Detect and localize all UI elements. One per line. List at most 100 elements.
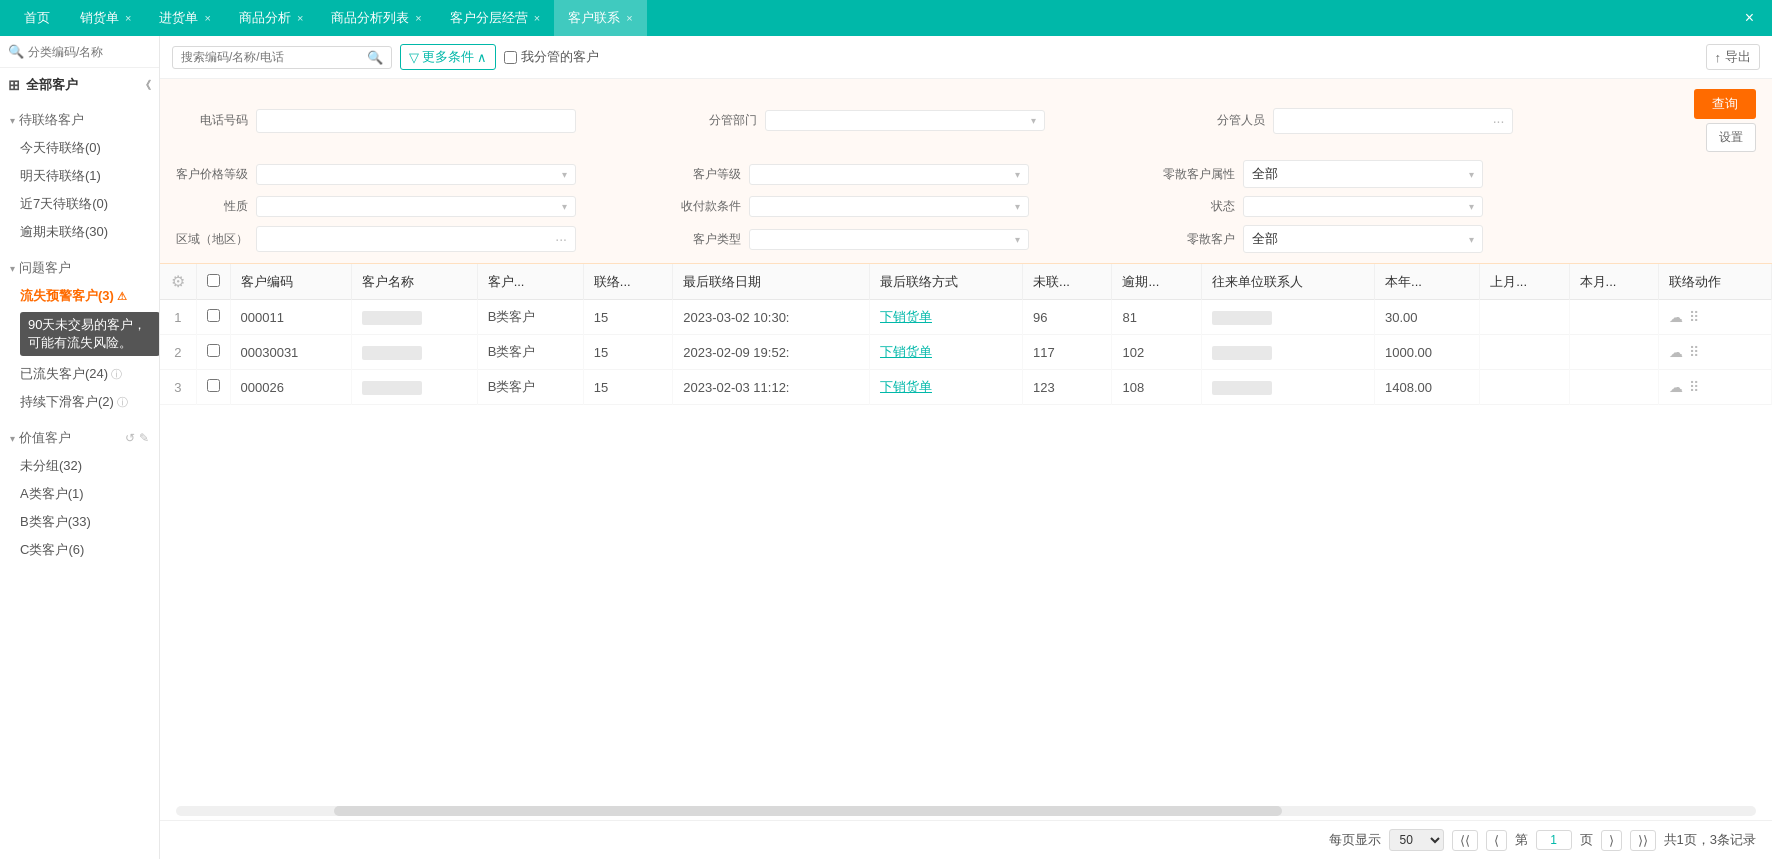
col-checkbox bbox=[196, 264, 230, 300]
all-customers-header[interactable]: ⊞ 全部客户 《 bbox=[0, 68, 159, 102]
col-contact: 联络... bbox=[583, 264, 672, 300]
zero-attr-select[interactable]: 全部 ▾ bbox=[1243, 160, 1483, 188]
row2-method-link[interactable]: 下销货单 bbox=[880, 344, 932, 359]
sidebar-item-today[interactable]: 今天待联络(0) bbox=[0, 134, 159, 162]
sidebar-item-declining[interactable]: 持续下滑客户(2) ⓘ bbox=[0, 388, 159, 416]
settings-button[interactable]: 设置 bbox=[1706, 123, 1756, 152]
dept-label: 分管部门 bbox=[685, 112, 765, 129]
nav-tab-customer-tier[interactable]: 客户分层经营 × bbox=[436, 0, 554, 36]
main-layout: 🔍 ⊞ 全部客户 《 ▾ 待联络客户 今天待联络(0) 明天待联络(1) 近7天… bbox=[0, 36, 1772, 859]
section-value-header[interactable]: ▾ 价值客户 ↺ ✎ bbox=[0, 424, 159, 452]
nav-tab-analysis[interactable]: 商品分析 × bbox=[225, 0, 317, 36]
table-row: 2 00030031 B类客户 15 2023-02-09 19:52: 下销货… bbox=[160, 335, 1772, 370]
row3-select[interactable] bbox=[207, 379, 220, 392]
row3-last-month bbox=[1480, 370, 1569, 405]
settings-gear-icon[interactable]: ⚙ bbox=[171, 273, 185, 290]
sidebar-item-churn-warning[interactable]: 流失预警客户(3) ⚠ bbox=[0, 282, 159, 310]
row1-more-icon[interactable]: ⠿ bbox=[1689, 309, 1699, 325]
filter-search-input[interactable] bbox=[181, 50, 363, 64]
section-pending-header[interactable]: ▾ 待联络客户 bbox=[0, 106, 159, 134]
sidebar-item-a-class[interactable]: A类客户(1) bbox=[0, 480, 159, 508]
nature-select[interactable]: ▾ bbox=[256, 196, 576, 217]
horizontal-scrollbar[interactable] bbox=[176, 806, 1756, 816]
sidebar-item-7days[interactable]: 近7天待联络(0) bbox=[0, 190, 159, 218]
field-nature: 性质 ▾ bbox=[176, 196, 649, 217]
row2-last-method[interactable]: 下销货单 bbox=[869, 335, 1022, 370]
filter-search-icon[interactable]: 🔍 bbox=[367, 50, 383, 65]
close-tab-sales[interactable]: × bbox=[125, 12, 131, 24]
nav-tab-sales[interactable]: 销货单 × bbox=[66, 0, 145, 36]
more-conditions-btn[interactable]: ▽ 更多条件 ∧ bbox=[400, 44, 496, 70]
row3-chat-icon[interactable]: ☁ bbox=[1669, 379, 1683, 395]
section-problem-header[interactable]: ▾ 问题客户 bbox=[0, 254, 159, 282]
nav-tab-purchase[interactable]: 进货单 × bbox=[145, 0, 224, 36]
row1-last-method[interactable]: 下销货单 bbox=[869, 300, 1022, 335]
page-number-input[interactable] bbox=[1536, 830, 1572, 850]
row2-num: 2 bbox=[160, 335, 196, 370]
staff-select[interactable]: ··· bbox=[1273, 108, 1513, 134]
close-tab-analysis-list[interactable]: × bbox=[415, 12, 421, 24]
per-page-select[interactable]: 50 100 200 bbox=[1389, 829, 1444, 851]
zero-customer-label: 零散客户 bbox=[1163, 231, 1243, 248]
next-page-btn[interactable]: ⟩ bbox=[1601, 830, 1622, 851]
row3-last-method[interactable]: 下销货单 bbox=[869, 370, 1022, 405]
sidebar-item-tomorrow[interactable]: 明天待联络(1) bbox=[0, 162, 159, 190]
nav-tab-customer-contact[interactable]: 客户联系 × bbox=[554, 0, 646, 36]
dept-select[interactable]: ▾ bbox=[765, 110, 1045, 131]
payment-select[interactable]: ▾ bbox=[749, 196, 1029, 217]
price-level-select[interactable]: ▾ bbox=[256, 164, 576, 185]
customer-level-select[interactable]: ▾ bbox=[749, 164, 1029, 185]
status-arrow: ▾ bbox=[1469, 201, 1474, 212]
close-tab-customer-tier[interactable]: × bbox=[534, 12, 540, 24]
zero-customer-select[interactable]: 全部 ▾ bbox=[1243, 225, 1483, 253]
customer-type-select[interactable]: ▾ bbox=[749, 229, 1029, 250]
row3-method-link[interactable]: 下销货单 bbox=[880, 379, 932, 394]
sidebar-item-overdue[interactable]: 逾期未联络(30) bbox=[0, 218, 159, 246]
refresh-icon[interactable]: ↺ bbox=[125, 431, 135, 445]
nav-tab-analysis-list[interactable]: 商品分析列表 × bbox=[317, 0, 435, 36]
arrow-icon: ▾ bbox=[10, 115, 15, 126]
row1-chat-icon[interactable]: ☁ bbox=[1669, 309, 1683, 325]
area-select[interactable]: ··· bbox=[256, 226, 576, 252]
row1-method-link[interactable]: 下销货单 bbox=[880, 309, 932, 324]
section-pending: ▾ 待联络客户 今天待联络(0) 明天待联络(1) 近7天待联络(0) 逾期未联… bbox=[0, 102, 159, 250]
row1-select[interactable] bbox=[207, 309, 220, 322]
close-all-icon[interactable]: × bbox=[1735, 9, 1764, 27]
last-page-btn[interactable]: ⟩⟩ bbox=[1630, 830, 1656, 851]
row2-more-icon[interactable]: ⠿ bbox=[1689, 344, 1699, 360]
sidebar-item-ungrouped[interactable]: 未分组(32) bbox=[0, 452, 159, 480]
nature-arrow: ▾ bbox=[562, 201, 567, 212]
select-all-checkbox[interactable] bbox=[207, 274, 220, 287]
col-contact-label: 联络... bbox=[594, 274, 631, 289]
first-page-btn[interactable]: ⟨⟨ bbox=[1452, 830, 1478, 851]
query-button[interactable]: 查询 bbox=[1694, 89, 1756, 119]
export-icon: ↑ bbox=[1715, 50, 1722, 65]
close-tab-customer-contact[interactable]: × bbox=[626, 12, 632, 24]
phone-input[interactable] bbox=[256, 109, 576, 133]
row2-checkbox bbox=[196, 335, 230, 370]
row2-chat-icon[interactable]: ☁ bbox=[1669, 344, 1683, 360]
sidebar-search-input[interactable] bbox=[28, 45, 151, 59]
close-tab-analysis[interactable]: × bbox=[297, 12, 303, 24]
price-level-arrow: ▾ bbox=[562, 169, 567, 180]
prev-page-btn[interactable]: ⟨ bbox=[1486, 830, 1507, 851]
col-this-month-label: 本月... bbox=[1580, 274, 1617, 289]
export-btn[interactable]: ↑ 导出 bbox=[1706, 44, 1761, 70]
per-page-label: 每页显示 bbox=[1329, 831, 1381, 849]
col-this-month: 本月... bbox=[1569, 264, 1658, 300]
sidebar-item-c-class[interactable]: C类客户(6) bbox=[0, 536, 159, 564]
info-icon-declining: ⓘ bbox=[117, 395, 128, 410]
nav-home[interactable]: 首页 bbox=[8, 9, 66, 27]
row3-more-icon[interactable]: ⠿ bbox=[1689, 379, 1699, 395]
price-level-label: 客户价格等级 bbox=[176, 166, 256, 183]
sidebar-item-b-class[interactable]: B类客户(33) bbox=[0, 508, 159, 536]
sidebar-item-churned[interactable]: 已流失客户(24) ⓘ bbox=[0, 360, 159, 388]
edit-icon[interactable]: ✎ bbox=[139, 431, 149, 445]
row3-num: 3 bbox=[160, 370, 196, 405]
status-select[interactable]: ▾ bbox=[1243, 196, 1483, 217]
my-customers-checkbox-wrap[interactable]: 我分管的客户 bbox=[504, 48, 599, 66]
my-customers-checkbox[interactable] bbox=[504, 51, 517, 64]
scrollbar-thumb[interactable] bbox=[334, 806, 1282, 816]
row2-select[interactable] bbox=[207, 344, 220, 357]
close-tab-purchase[interactable]: × bbox=[204, 12, 210, 24]
